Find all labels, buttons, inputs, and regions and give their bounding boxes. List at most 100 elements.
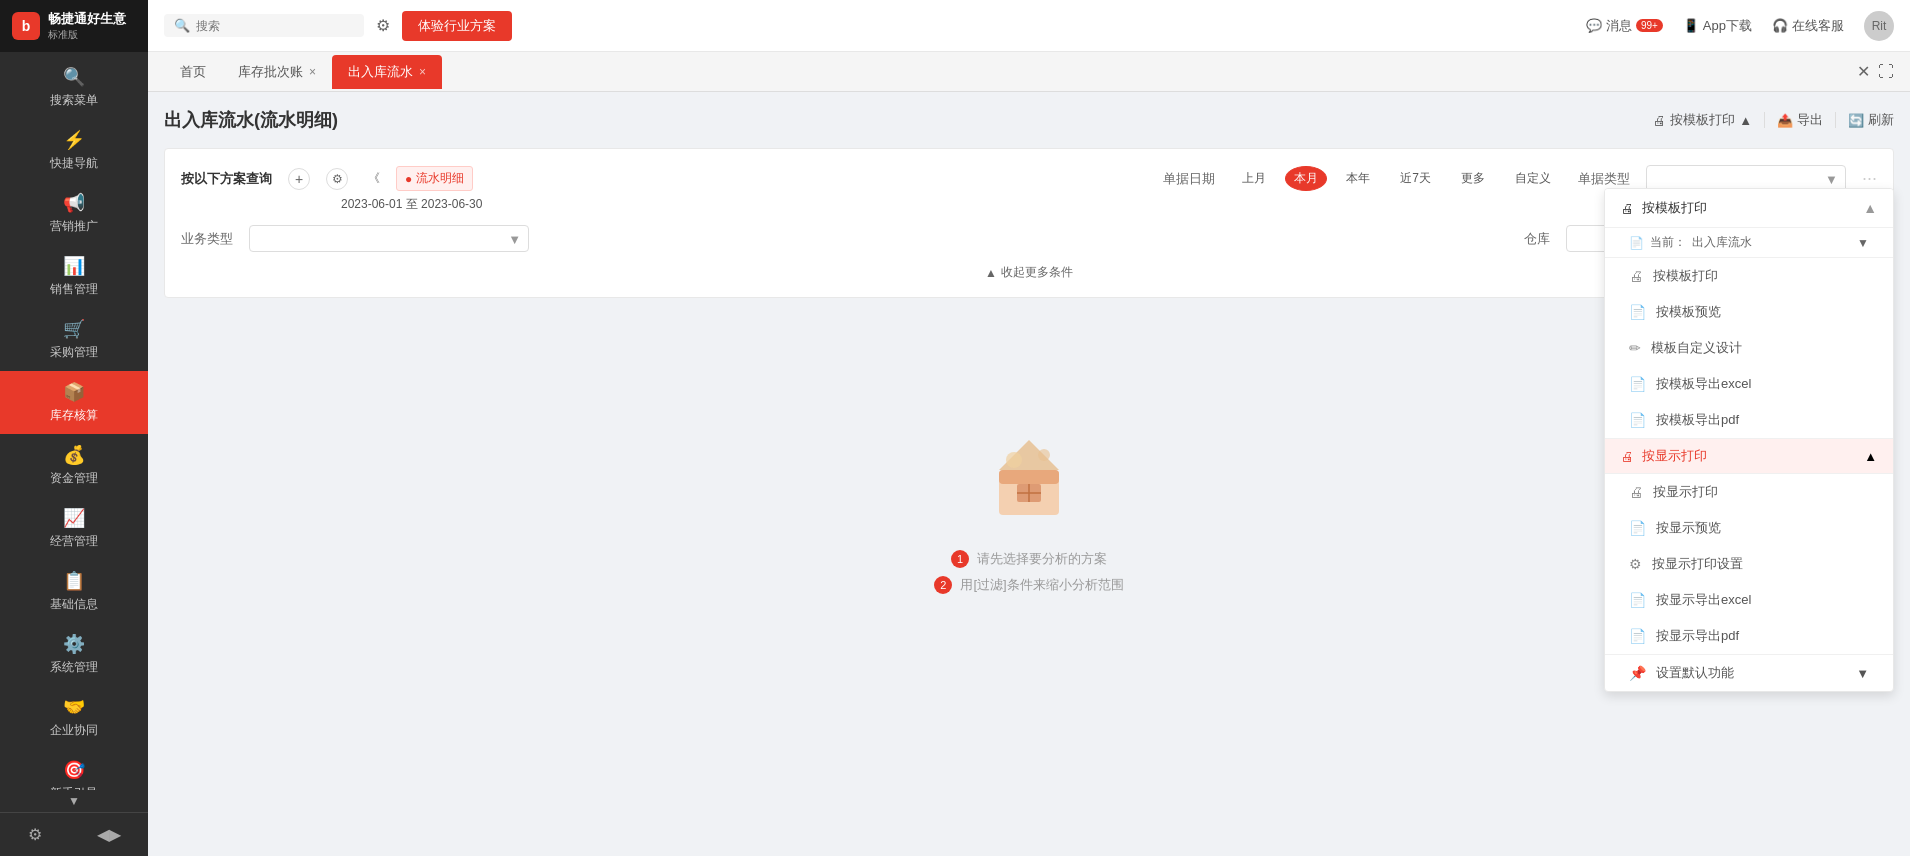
template-custom-label: 模板自定义设计	[1651, 339, 1742, 357]
trial-btn[interactable]: 体验行业方案	[402, 11, 512, 41]
design-icon: ✏	[1629, 340, 1641, 356]
collapse-sidebar-icon[interactable]: ◀▶	[97, 825, 121, 844]
dropdown-template-custom[interactable]: ✏ 模板自定义设计	[1605, 330, 1893, 366]
date-current-year[interactable]: 本年	[1335, 166, 1381, 191]
online-service-btn[interactable]: 🎧 在线客服	[1772, 17, 1844, 35]
dropdown-template-preview[interactable]: 📄 按模板预览	[1605, 294, 1893, 330]
dropdown-display-export-excel[interactable]: 📄 按显示导出excel	[1605, 582, 1893, 618]
date-last-month[interactable]: 上月	[1231, 166, 1277, 191]
gear-icon[interactable]: ⚙	[376, 16, 390, 35]
collapse-icon: ▲	[985, 266, 997, 280]
main-area: 🔍 ⚙ 体验行业方案 💬 消息 99+ 📱 App下载 🎧 在线客服 Rit	[148, 0, 1910, 856]
empty-step-2-text: 用[过滤]条件来缩小分析范围	[960, 576, 1123, 594]
dropdown-display-preview[interactable]: 📄 按显示预览	[1605, 510, 1893, 546]
marketing-icon: 📢	[63, 192, 85, 214]
display-section-chevron-icon[interactable]: ▲	[1864, 449, 1877, 464]
export-btn[interactable]: 📤 导出	[1777, 111, 1823, 129]
refresh-btn[interactable]: 🔄 刷新	[1848, 111, 1894, 129]
sidebar-item-marketing[interactable]: 📢 营销推广	[0, 182, 148, 245]
dropdown-display-section-header[interactable]: 🖨 按显示打印 ▲	[1605, 438, 1893, 474]
sidebar-label-shortcut: 快捷导航	[50, 155, 98, 172]
dropdown-display-print-settings[interactable]: ⚙ 按显示打印设置	[1605, 546, 1893, 582]
refresh-label: 刷新	[1868, 111, 1894, 129]
search-input[interactable]	[196, 19, 336, 33]
type-more-icon[interactable]: ···	[1862, 168, 1877, 189]
print-template-btn[interactable]: 🖨 按模板打印 ▲	[1653, 111, 1752, 129]
set-default-icon: 📌	[1629, 665, 1646, 681]
dropdown-template-print[interactable]: 🖨 按模板打印	[1605, 258, 1893, 294]
sidebar-item-finance[interactable]: 💰资金管理	[0, 434, 148, 497]
date-custom[interactable]: 自定义	[1504, 166, 1562, 191]
set-default-label: 设置默认功能	[1656, 664, 1734, 682]
current-chevron-icon[interactable]: ▼	[1857, 236, 1869, 250]
sidebar-footer: ⚙ ◀▶	[0, 812, 148, 856]
filter-tag[interactable]: ● 流水明细	[396, 166, 473, 191]
tab-batch-account-label: 库存批次账	[238, 63, 303, 81]
display-print-settings-label: 按显示打印设置	[1652, 555, 1743, 573]
biz-type-select[interactable]	[249, 225, 529, 252]
online-service-label: 在线客服	[1792, 17, 1844, 35]
app-edition: 标准版	[48, 28, 126, 41]
dropdown-header: 🖨 按模板打印 ▲	[1605, 189, 1893, 228]
dropdown-template-export-excel[interactable]: 📄 按模板导出excel	[1605, 366, 1893, 402]
dropdown-display-export-pdf[interactable]: 📄 按显示导出pdf	[1605, 618, 1893, 654]
sidebar-item-purchase[interactable]: 🛒采购管理	[0, 308, 148, 371]
sidebar-scroll-down[interactable]: ▼	[0, 790, 148, 812]
sidebar-item-operations[interactable]: 📈经营管理	[0, 497, 148, 560]
app-download-btn[interactable]: 📱 App下载	[1683, 17, 1752, 35]
date-current-month[interactable]: 本月	[1285, 166, 1327, 191]
sidebar-logo: b 畅捷通好生意 标准版	[0, 0, 148, 52]
sales-icon: 📊	[63, 255, 85, 277]
display-preview-icon: 📄	[1629, 520, 1646, 536]
sidebar-item-sales[interactable]: 📊销售管理	[0, 245, 148, 308]
filter-expand-btn[interactable]: 《	[368, 170, 380, 187]
tab-inout-flow[interactable]: 出入库流水 ×	[332, 55, 442, 89]
sidebar-item-cooperation[interactable]: 🤝企业协同	[0, 686, 148, 749]
dropdown-printer-icon: 🖨	[1621, 201, 1634, 216]
filter-config-btn[interactable]: ⚙	[326, 168, 348, 190]
sidebar-item-shortcut[interactable]: ⚡快捷导航	[0, 119, 148, 182]
display-settings-icon: ⚙	[1629, 556, 1642, 572]
system-icon: ⚙️	[63, 633, 85, 655]
date-more[interactable]: 更多	[1450, 166, 1496, 191]
sidebar-label-inventory: 库存核算	[50, 407, 98, 424]
user-avatar-btn[interactable]: Rit	[1864, 11, 1894, 41]
sidebar-label-marketing: 营销推广	[50, 218, 98, 235]
dropdown-display-print[interactable]: 🖨 按显示打印	[1605, 474, 1893, 510]
guide-icon: 🎯	[63, 759, 85, 781]
sidebar-item-search[interactable]: 🔍搜索菜单	[0, 56, 148, 119]
dropdown-panel: 🖨 按模板打印 ▲ 📄 当前： 出入库流水 ▼ 🖨 按模板打印 📄	[1604, 188, 1894, 692]
sidebar-item-inventory[interactable]: 📦库存核算	[0, 371, 148, 434]
page-content: 出入库流水(流水明细) 🖨 按模板打印 ▲ 📤 导出 🔄 刷新	[148, 92, 1910, 856]
dropdown-template-export-pdf[interactable]: 📄 按模板导出pdf	[1605, 402, 1893, 438]
dropdown-set-default[interactable]: 📌 设置默认功能 ▼	[1605, 655, 1893, 691]
message-label: 消息	[1606, 17, 1632, 35]
headset-icon: 🎧	[1772, 18, 1788, 33]
operations-icon: 📈	[63, 507, 85, 529]
sidebar-label-finance: 资金管理	[50, 470, 98, 487]
logo-icon: b	[12, 12, 40, 40]
page-header: 出入库流水(流水明细) 🖨 按模板打印 ▲ 📤 导出 🔄 刷新	[164, 108, 1894, 132]
window-expand-icon[interactable]: ⛶	[1878, 63, 1894, 81]
sidebar-label-cooperation: 企业协同	[50, 722, 98, 739]
sidebar-item-system[interactable]: ⚙️系统管理	[0, 623, 148, 686]
date-last-7days[interactable]: 近7天	[1389, 166, 1442, 191]
messages-btn[interactable]: 💬 消息 99+	[1586, 17, 1663, 35]
topbar-search-box[interactable]: 🔍	[164, 14, 364, 37]
dropdown-collapse-icon[interactable]: ▲	[1863, 200, 1877, 216]
settings-icon[interactable]: ⚙	[28, 825, 42, 844]
search-icon: 🔍	[63, 66, 85, 88]
filter-label: 按以下方案查询	[181, 170, 272, 188]
topbar-right: 💬 消息 99+ 📱 App下载 🎧 在线客服 Rit	[1586, 11, 1894, 41]
sidebar-item-basics[interactable]: 📋基础信息	[0, 560, 148, 623]
tab-inout-flow-label: 出入库流水	[348, 63, 413, 81]
empty-step-2: 2 用[过滤]条件来缩小分析范围	[934, 576, 1123, 594]
window-close-icon[interactable]: ✕	[1857, 62, 1870, 81]
tab-batch-account-close[interactable]: ×	[309, 65, 316, 79]
sidebar-item-guide[interactable]: 🎯新手引导	[0, 749, 148, 790]
tab-inout-flow-close[interactable]: ×	[419, 65, 426, 79]
filter-add-btn[interactable]: +	[288, 168, 310, 190]
tab-home[interactable]: 首页	[164, 55, 222, 89]
sidebar-label-purchase: 采购管理	[50, 344, 98, 361]
tab-batch-account[interactable]: 库存批次账 ×	[222, 55, 332, 89]
